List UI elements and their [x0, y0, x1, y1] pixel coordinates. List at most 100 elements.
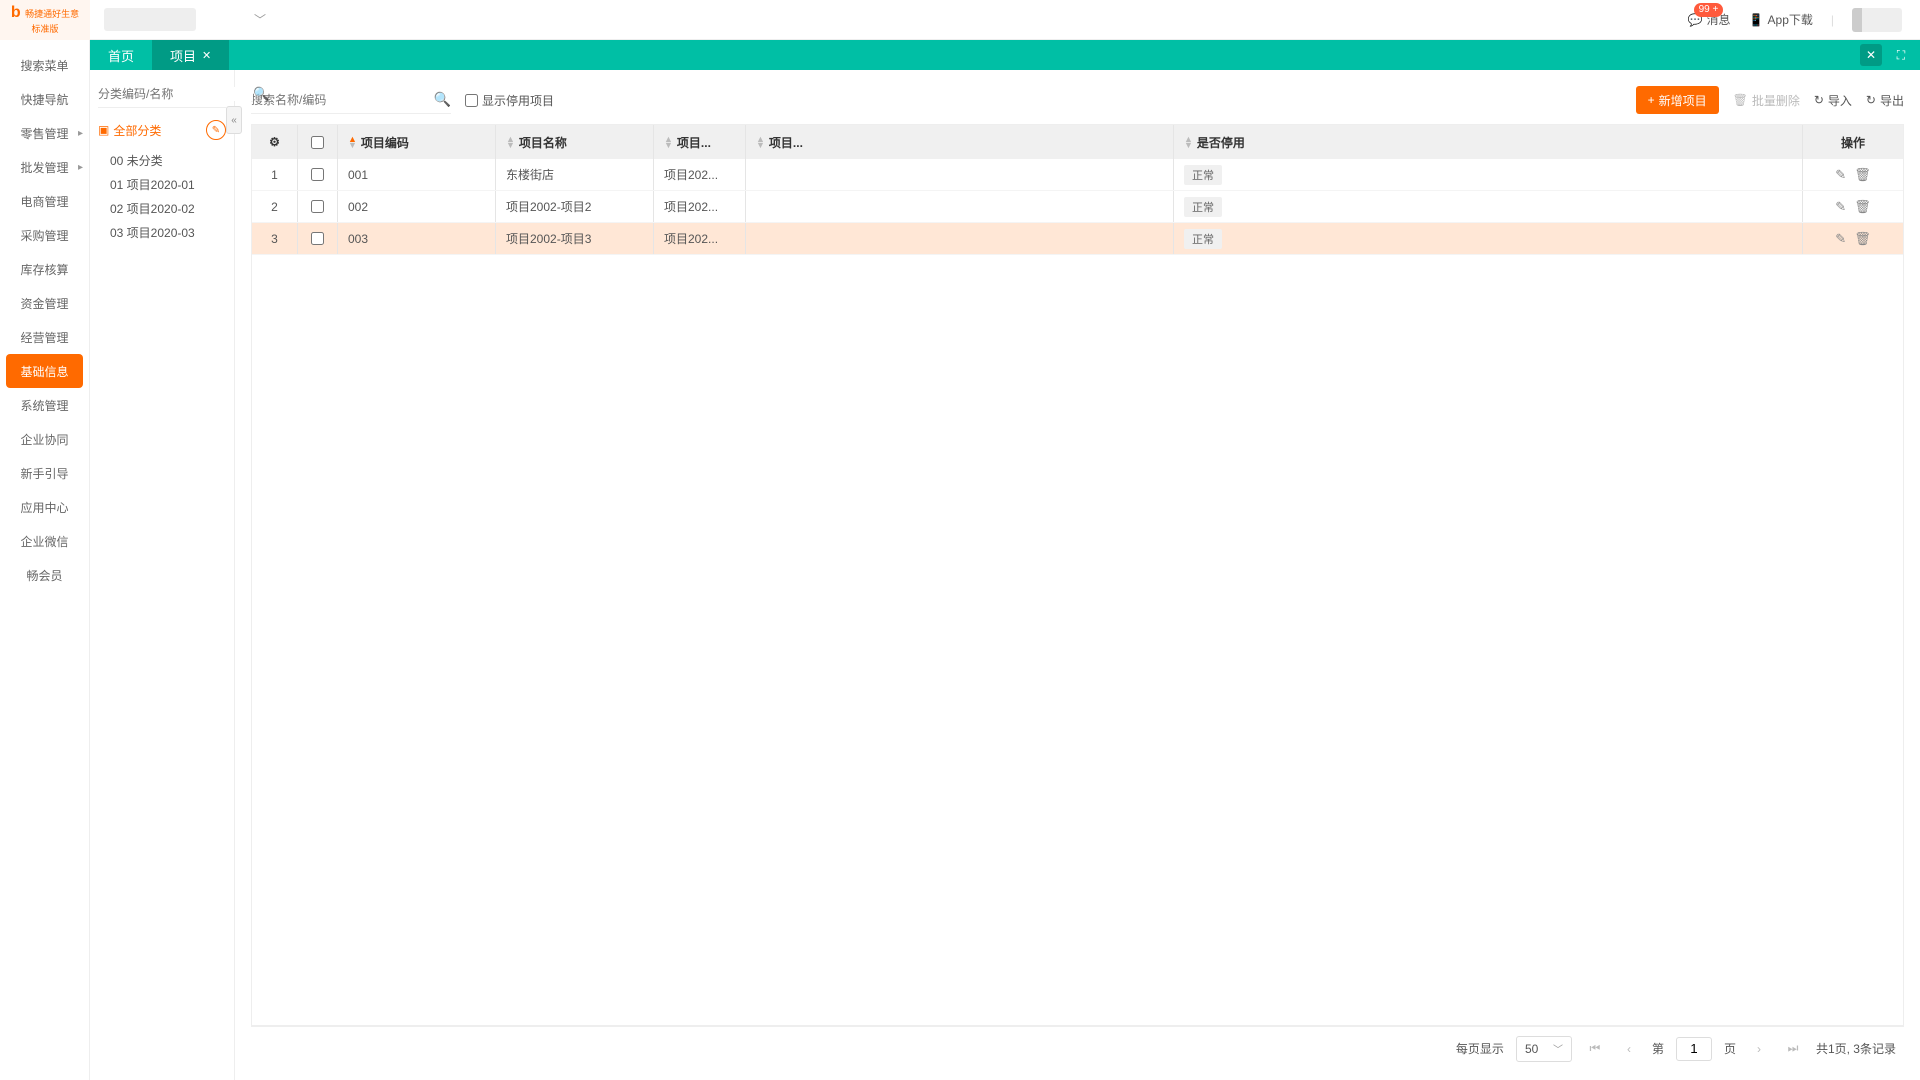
column-remark[interactable]: ▲▼项目...: [746, 125, 1174, 159]
show-disabled-input[interactable]: [465, 94, 478, 107]
column-name-label: 项目名称: [519, 134, 567, 151]
edit-icon[interactable]: ✎: [1835, 167, 1846, 183]
sidebar-item[interactable]: 应用中心: [0, 490, 89, 524]
collapse-handle[interactable]: «: [226, 106, 242, 134]
delete-icon[interactable]: 🗑: [1854, 231, 1871, 247]
edit-icon[interactable]: ✎: [1835, 199, 1846, 215]
tenant-selector[interactable]: ﹀: [90, 0, 280, 40]
chevron-right-icon: ▸: [78, 128, 83, 139]
per-page-label: 每页显示: [1456, 1040, 1504, 1057]
table-row[interactable]: 2002项目2002-项目2项目202...正常✎🗑: [252, 191, 1903, 223]
edit-icon[interactable]: ✎: [1835, 231, 1846, 247]
close-icon[interactable]: ✕: [202, 49, 211, 62]
category-item[interactable]: 00 未分类: [110, 148, 226, 172]
sidebar-item[interactable]: 批发管理▸: [0, 150, 89, 184]
per-page-select[interactable]: 50 ﹀: [1516, 1036, 1572, 1062]
column-category[interactable]: ▲▼项目...: [654, 125, 746, 159]
sidebar-item[interactable]: 零售管理▸: [0, 116, 89, 150]
category-item[interactable]: 02 项目2020-02: [110, 196, 226, 220]
table-row[interactable]: 1001东楼街店项目202...正常✎🗑: [252, 159, 1903, 191]
row-checkbox[interactable]: [311, 168, 324, 181]
column-name[interactable]: ▲▼项目名称: [496, 125, 654, 159]
add-project-label: 新增项目: [1659, 92, 1707, 109]
cell-code: 002: [338, 191, 496, 222]
category-root-label: 全部分类: [113, 122, 161, 139]
column-code[interactable]: ▲▼项目编码: [338, 125, 496, 159]
import-label: 导入: [1828, 92, 1852, 109]
sidebar-item[interactable]: 企业协同: [0, 422, 89, 456]
page-input[interactable]: [1676, 1037, 1712, 1061]
first-page-button[interactable]: ⏮: [1584, 1038, 1606, 1060]
tab-project-label: 项目: [170, 46, 196, 65]
messages-button[interactable]: 💬 消息 99 +: [1688, 11, 1731, 28]
search-input[interactable]: [251, 93, 434, 107]
cell-operation: ✎🗑: [1803, 191, 1903, 222]
brand-logo: b 畅捷通好生意 标准版: [0, 0, 90, 40]
column-remark-label: 项目...: [769, 134, 803, 151]
avatar[interactable]: [1852, 8, 1902, 32]
column-status[interactable]: ▲▼是否停用: [1174, 125, 1803, 159]
cell-name: 项目2002-项目3: [496, 223, 654, 254]
column-checkbox: [298, 125, 338, 159]
show-disabled-checkbox[interactable]: 显示停用项目: [465, 92, 554, 109]
pager-summary: 共1页, 3条记录: [1816, 1040, 1896, 1057]
next-page-button[interactable]: ›: [1748, 1038, 1770, 1060]
sidebar-item[interactable]: 库存核算: [0, 252, 89, 286]
sidebar-item[interactable]: 新手引导: [0, 456, 89, 490]
column-operation: 操作: [1803, 125, 1903, 159]
tab-project[interactable]: 项目 ✕: [152, 40, 229, 70]
gear-icon: ⚙: [269, 135, 280, 149]
select-all-checkbox[interactable]: [311, 136, 324, 149]
export-button[interactable]: ↻ 导出: [1866, 92, 1904, 109]
cell-remark: [746, 223, 1174, 254]
row-checkbox[interactable]: [311, 200, 324, 213]
row-checkbox-cell: [298, 223, 338, 254]
category-search-input[interactable]: [98, 87, 253, 101]
import-button[interactable]: ↻ 导入: [1814, 92, 1852, 109]
row-checkbox[interactable]: [311, 232, 324, 245]
sidebar-item[interactable]: 企业微信: [0, 524, 89, 558]
sidebar-item[interactable]: 资金管理: [0, 286, 89, 320]
sidebar-item[interactable]: 畅会员: [0, 558, 89, 592]
column-settings[interactable]: ⚙: [252, 125, 298, 159]
show-disabled-label: 显示停用项目: [482, 92, 554, 109]
sidebar-item[interactable]: 系统管理: [0, 388, 89, 422]
table-row[interactable]: 3003项目2002-项目3项目202...正常✎🗑: [252, 223, 1903, 255]
tab-home-label: 首页: [108, 46, 134, 65]
export-icon: ↻: [1866, 93, 1876, 107]
sidebar-item[interactable]: 基础信息: [6, 354, 83, 388]
fullscreen-button[interactable]: ⛶: [1890, 44, 1912, 66]
prev-page-button[interactable]: ‹: [1618, 1038, 1640, 1060]
phone-icon: 📱: [1749, 13, 1764, 27]
chevron-down-icon: ﹀: [1553, 1041, 1563, 1056]
tab-close-button[interactable]: ✕: [1860, 44, 1882, 66]
sidebar: 搜索菜单快捷导航零售管理▸批发管理▸电商管理采购管理库存核算资金管理经营管理基础…: [0, 40, 90, 1080]
app-download-button[interactable]: 📱 App下载: [1749, 11, 1813, 28]
delete-icon[interactable]: 🗑: [1854, 167, 1871, 183]
search-icon[interactable]: 🔍: [253, 86, 269, 102]
sidebar-item[interactable]: 搜索菜单: [0, 48, 89, 82]
sidebar-item[interactable]: 电商管理: [0, 184, 89, 218]
category-item[interactable]: 03 项目2020-03: [110, 220, 226, 244]
search-icon[interactable]: 🔍: [434, 91, 451, 108]
plus-icon: +: [1648, 93, 1655, 107]
category-search: 🔍: [98, 80, 226, 108]
status-badge: 正常: [1184, 165, 1222, 185]
row-index: 2: [252, 191, 298, 222]
toolbar: 🔍 显示停用项目 + 新增项目 🗑 批量删除: [251, 80, 1904, 120]
category-root[interactable]: ▣ 全部分类: [98, 122, 161, 139]
tab-home[interactable]: 首页: [90, 40, 152, 70]
add-project-button[interactable]: + 新增项目: [1636, 86, 1719, 114]
category-edit-button[interactable]: ✎: [206, 120, 226, 140]
category-item[interactable]: 01 项目2020-01: [110, 172, 226, 196]
column-operation-label: 操作: [1841, 134, 1865, 151]
sidebar-item[interactable]: 快捷导航: [0, 82, 89, 116]
last-page-button[interactable]: ⏭: [1782, 1038, 1804, 1060]
page-suffix: 页: [1724, 1040, 1736, 1057]
per-page-value: 50: [1525, 1042, 1538, 1056]
sidebar-item[interactable]: 采购管理: [0, 218, 89, 252]
sidebar-item[interactable]: 经营管理: [0, 320, 89, 354]
column-status-label: 是否停用: [1197, 134, 1245, 151]
brand-subtitle: 标准版: [31, 22, 58, 35]
delete-icon[interactable]: 🗑: [1854, 199, 1871, 215]
